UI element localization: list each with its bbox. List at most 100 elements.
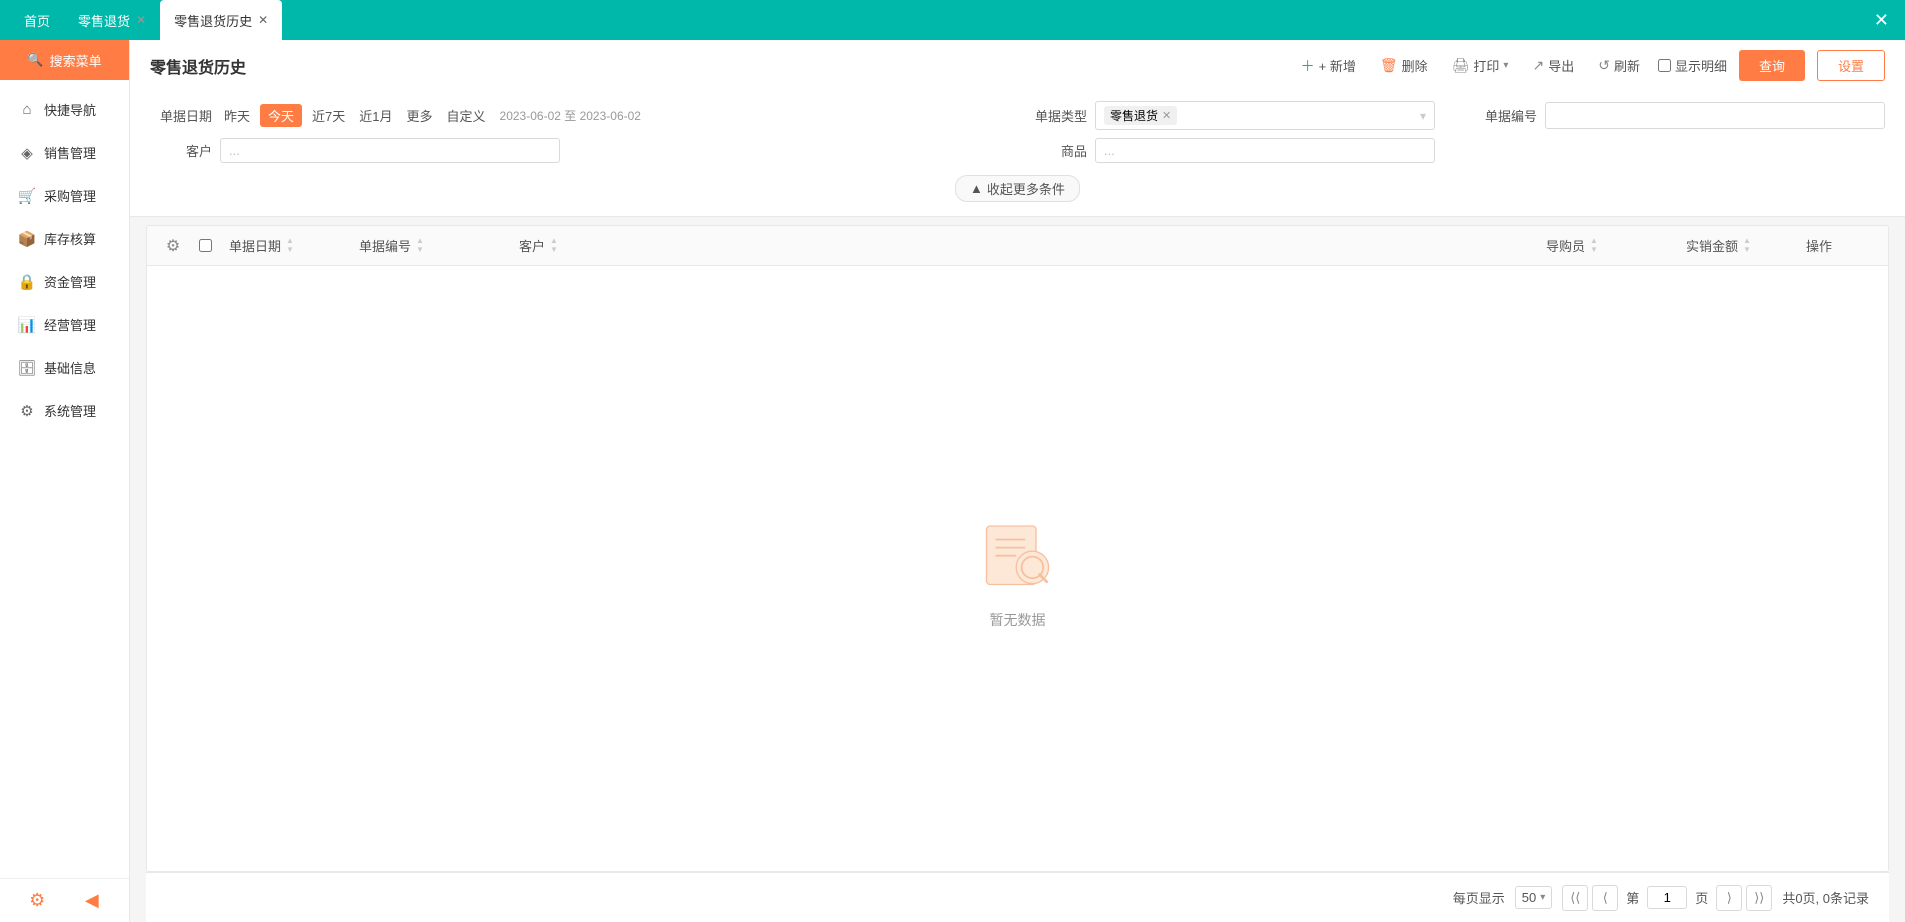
export-label: 导出 [1548,56,1574,75]
th-date-sort[interactable]: ▲▼ [286,237,294,254]
date-opt-1month[interactable]: 近1月 [355,104,396,127]
th-number-label: 单据编号 [359,236,411,255]
page-first-btn[interactable]: ⟨⟨ [1562,885,1588,911]
page-input[interactable] [1647,886,1687,909]
sidebar-item-basic-info[interactable]: 🗄 基础信息 [0,346,129,389]
print-button[interactable]: 🖨 打印 ▾ [1446,52,1515,79]
number-filter-input[interactable] [1545,102,1885,129]
table-empty-state: 暂无数据 [147,266,1888,871]
th-op: 操作 [1798,236,1878,255]
tab-home[interactable]: 首页 [10,0,64,40]
show-detail-label: 显示明细 [1675,56,1727,75]
per-page-select[interactable]: 50 ▾ [1515,886,1553,909]
customer-placeholder: ... [229,143,240,158]
customer-filter-select[interactable]: ... [220,138,560,163]
type-filter-tag: 零售退货 ✕ [1104,106,1177,125]
th-guide-sort[interactable]: ▲▼ [1590,237,1598,254]
th-date-label: 单据日期 [229,236,281,255]
sidebar-item-operations-label: 经营管理 [44,315,96,334]
select-all-input[interactable] [199,239,212,252]
page-label-suffix: 页 [1695,888,1708,907]
customer-filter-label: 客户 [150,141,220,160]
page-prev-btn[interactable]: ⟨ [1592,885,1618,911]
sidebar-menu: ⌂ 快捷导航 ◈ 销售管理 🛒 采购管理 📦 库存核算 🔒 资金管理 📊 经 [0,80,129,878]
th-number-sort[interactable]: ▲▼ [416,237,424,254]
tab-retail-return[interactable]: 零售退货 ✕ [64,0,160,40]
collapse-row: ▲ 收起更多条件 [150,171,1885,210]
sidebar-item-inventory-label: 库存核算 [44,229,96,248]
th-customer: 客户 ▲▼ [511,236,1538,255]
show-detail-checkbox[interactable] [1658,59,1671,72]
page-total: 共0页, 0条记录 [1782,888,1869,907]
type-tag-close[interactable]: ✕ [1162,109,1171,122]
query-button[interactable]: 查询 [1739,50,1805,81]
sidebar-item-purchase[interactable]: 🛒 采购管理 [0,174,129,217]
delete-button[interactable]: 🗑 删除 [1374,52,1434,79]
date-opt-custom[interactable]: 自定义 [443,104,490,127]
query-label: 查询 [1759,59,1785,74]
th-date: 单据日期 ▲▼ [221,236,351,255]
tab-retail-return-close[interactable]: ✕ [136,13,146,27]
sales-icon: ◈ [18,144,36,162]
date-opt-7days[interactable]: 近7天 [308,104,349,127]
sidebar-bottom: ⚙ ◀ [0,878,129,922]
collapse-button[interactable]: ▲ 收起更多条件 [955,175,1080,202]
type-tag: 零售退货 ✕ [1104,106,1177,125]
sidebar-item-system[interactable]: ⚙ 系统管理 [0,389,129,432]
tab-retail-return-history-label: 零售退货历史 [174,11,252,30]
sidebar-search[interactable]: 🔍 搜索菜单 [0,40,129,80]
date-opt-more[interactable]: 更多 [403,104,437,127]
sidebar-item-sales[interactable]: ◈ 销售管理 [0,131,129,174]
export-button[interactable]: ↗ 导出 [1526,52,1580,79]
empty-text: 暂无数据 [990,610,1046,630]
sidebar-settings-btn[interactable]: ⚙ [21,885,53,917]
table-settings-btn[interactable]: ⚙ [157,236,189,256]
empty-illustration [973,508,1063,598]
type-filter-select[interactable]: 零售退货 ✕ ▾ [1095,101,1435,130]
table-area: ⚙ 单据日期 ▲▼ 单据编号 ▲▼ 客户 ▲▼ 导购员 [146,225,1889,872]
print-chevron-icon: ▾ [1503,60,1508,71]
show-detail-checkbox-container[interactable]: 显示明细 [1658,56,1727,75]
refresh-button[interactable]: ↺ 刷新 [1592,52,1646,79]
tab-retail-return-history[interactable]: 零售退货历史 ✕ [160,0,282,40]
system-icon: ⚙ [18,402,36,420]
th-customer-sort[interactable]: ▲▼ [550,237,558,254]
inventory-icon: 📦 [18,230,36,248]
goods-filter-select[interactable]: ... [1095,138,1435,163]
page-title-row: 零售退货历史 ＋ + 新增 🗑 删除 🖨 打印 ▾ [150,50,1885,81]
sidebar-item-quick-nav[interactable]: ⌂ 快捷导航 [0,88,129,131]
main-layout: 🔍 搜索菜单 ⌂ 快捷导航 ◈ 销售管理 🛒 采购管理 📦 库存核算 🔒 [0,40,1905,922]
sidebar-item-inventory[interactable]: 📦 库存核算 [0,217,129,260]
th-guide-label: 导购员 [1546,236,1585,255]
export-icon: ↗ [1532,57,1544,74]
date-opt-today[interactable]: 今天 [260,104,302,127]
th-amount-sort[interactable]: ▲▼ [1743,237,1751,254]
sidebar-item-system-label: 系统管理 [44,401,96,420]
goods-filter-label: 商品 [1025,141,1095,160]
tab-list: 首页 零售退货 ✕ 零售退货历史 ✕ [10,0,1874,40]
setting-button[interactable]: 设置 [1817,50,1885,81]
table-select-all-checkbox[interactable] [189,239,221,252]
sidebar-collapse-btn[interactable]: ◀ [76,885,108,917]
sidebar-item-finance-label: 资金管理 [44,272,96,291]
sidebar-item-operations[interactable]: 📊 经营管理 [0,303,129,346]
setting-label: 设置 [1838,59,1864,74]
page-label-prefix: 第 [1626,888,1639,907]
date-range-display: 2023-06-02 至 2023-06-02 [500,107,641,124]
date-options: 昨天 今天 近7天 近1月 更多 自定义 2023-06-02 至 2023-0… [220,104,641,127]
finance-icon: 🔒 [18,273,36,291]
top-bar: 首页 零售退货 ✕ 零售退货历史 ✕ ✕ [0,0,1905,40]
window-close-btn[interactable]: ✕ [1874,10,1905,31]
page-next-btn[interactable]: ⟩ [1716,885,1742,911]
page-last-btn[interactable]: ⟩⟩ [1746,885,1772,911]
add-button[interactable]: ＋ + 新增 [1295,52,1362,80]
pagination-row: 每页显示 50 ▾ ⟨⟨ ⟨ 第 页 ⟩ ⟩⟩ 共0页, 0条记录 [146,872,1889,922]
page-header: 零售退货历史 ＋ + 新增 🗑 删除 🖨 打印 ▾ [130,40,1905,217]
purchase-icon: 🛒 [18,187,36,205]
date-filter-label: 单据日期 [150,106,220,125]
tab-retail-return-history-close[interactable]: ✕ [258,13,268,27]
sidebar-item-finance[interactable]: 🔒 资金管理 [0,260,129,303]
page-title: 零售退货历史 [150,54,246,78]
type-select-chevron-icon: ▾ [1420,109,1426,123]
date-opt-yesterday[interactable]: 昨天 [220,104,254,127]
